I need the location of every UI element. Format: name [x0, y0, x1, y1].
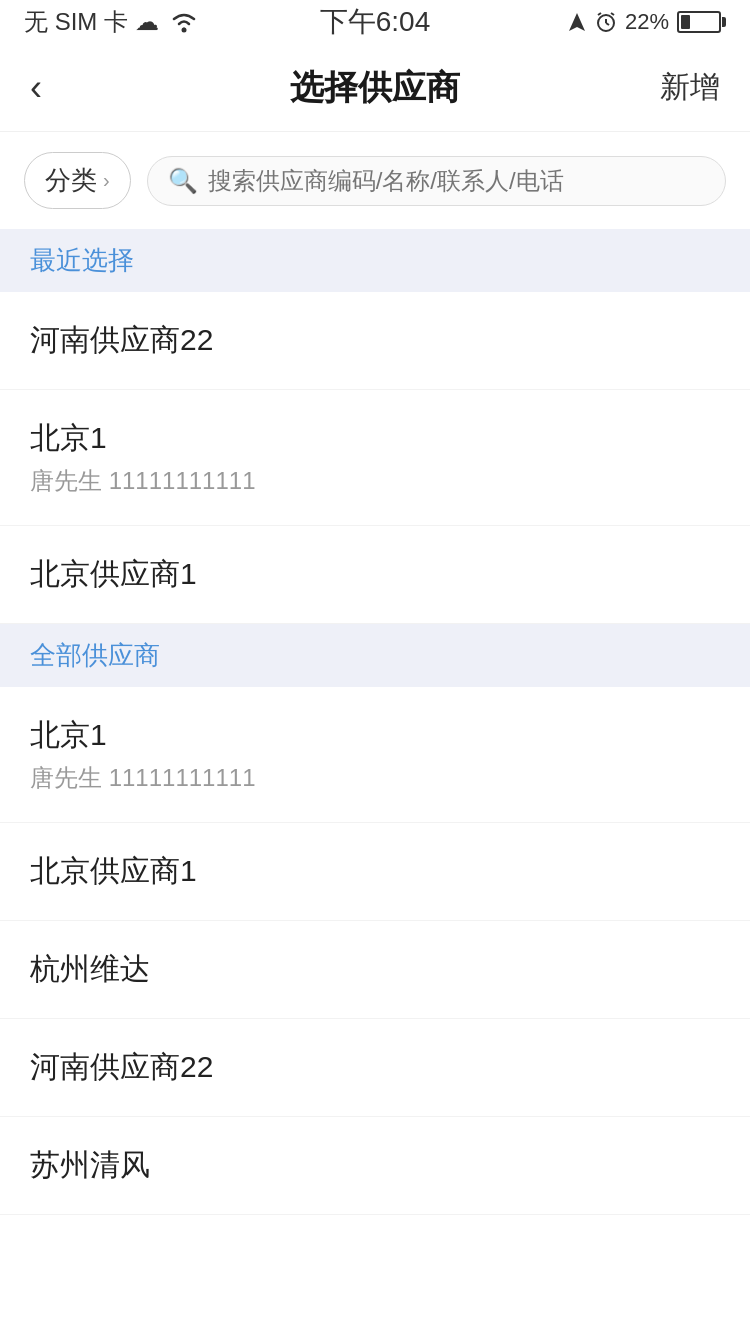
search-icon: 🔍: [168, 167, 198, 195]
item-sub: 唐先生 11111111111: [30, 465, 720, 497]
item-sub: 唐先生 11111111111: [30, 762, 720, 794]
list-item[interactable]: 河南供应商22: [0, 292, 750, 390]
wifi-icon: [169, 11, 199, 33]
list-item[interactable]: 北京1 唐先生 11111111111: [0, 390, 750, 526]
item-name: 北京供应商1: [30, 851, 720, 892]
chevron-icon: ›: [103, 169, 110, 192]
search-input[interactable]: [208, 167, 705, 195]
no-sim-label: 无 SIM 卡 ☁: [24, 6, 159, 38]
category-label: 分类: [45, 163, 97, 198]
list-item[interactable]: 杭州维达: [0, 921, 750, 1019]
all-section-header: 全部供应商: [0, 624, 750, 687]
item-name: 杭州维达: [30, 949, 720, 990]
status-left: 无 SIM 卡 ☁: [24, 6, 199, 38]
svg-marker-1: [569, 13, 585, 31]
list-item[interactable]: 北京供应商1: [0, 823, 750, 921]
item-name: 北京1: [30, 418, 720, 459]
category-filter[interactable]: 分类 ›: [24, 152, 131, 209]
status-right: 22%: [567, 9, 726, 35]
all-list: 北京1 唐先生 11111111111 北京供应商1 杭州维达河南供应商22 苏州清风: [0, 687, 750, 1215]
page-title: 选择供应商: [290, 65, 460, 111]
item-name: 河南供应商22: [30, 1047, 720, 1088]
list-item[interactable]: 北京供应商1: [0, 526, 750, 624]
status-bar: 无 SIM 卡 ☁ 下午6:04 22%: [0, 0, 750, 44]
filter-row: 分类 › 🔍: [0, 132, 750, 229]
nav-bar: ‹ 选择供应商 新增: [0, 44, 750, 132]
svg-line-6: [611, 13, 614, 15]
location-icon: [567, 11, 587, 33]
item-name: 河南供应商22: [30, 320, 720, 361]
item-name: 北京1: [30, 715, 720, 756]
status-time: 下午6:04: [320, 3, 431, 41]
back-button[interactable]: ‹: [30, 67, 90, 109]
search-box[interactable]: 🔍: [147, 156, 726, 206]
svg-point-0: [181, 28, 186, 33]
add-button[interactable]: 新增: [660, 67, 720, 108]
item-name: 苏州清风: [30, 1145, 720, 1186]
item-name: 北京供应商1: [30, 554, 720, 595]
svg-line-5: [598, 13, 601, 15]
list-item[interactable]: 河南供应商22: [0, 1019, 750, 1117]
battery-icon: [677, 11, 726, 33]
svg-line-4: [606, 23, 609, 25]
recent-list: 河南供应商22 北京1 唐先生 11111111111 北京供应商1: [0, 292, 750, 624]
list-item[interactable]: 北京1 唐先生 11111111111: [0, 687, 750, 823]
battery-percent: 22%: [625, 9, 669, 35]
list-item[interactable]: 苏州清风: [0, 1117, 750, 1215]
recent-section-header: 最近选择: [0, 229, 750, 292]
alarm-icon: [595, 11, 617, 33]
